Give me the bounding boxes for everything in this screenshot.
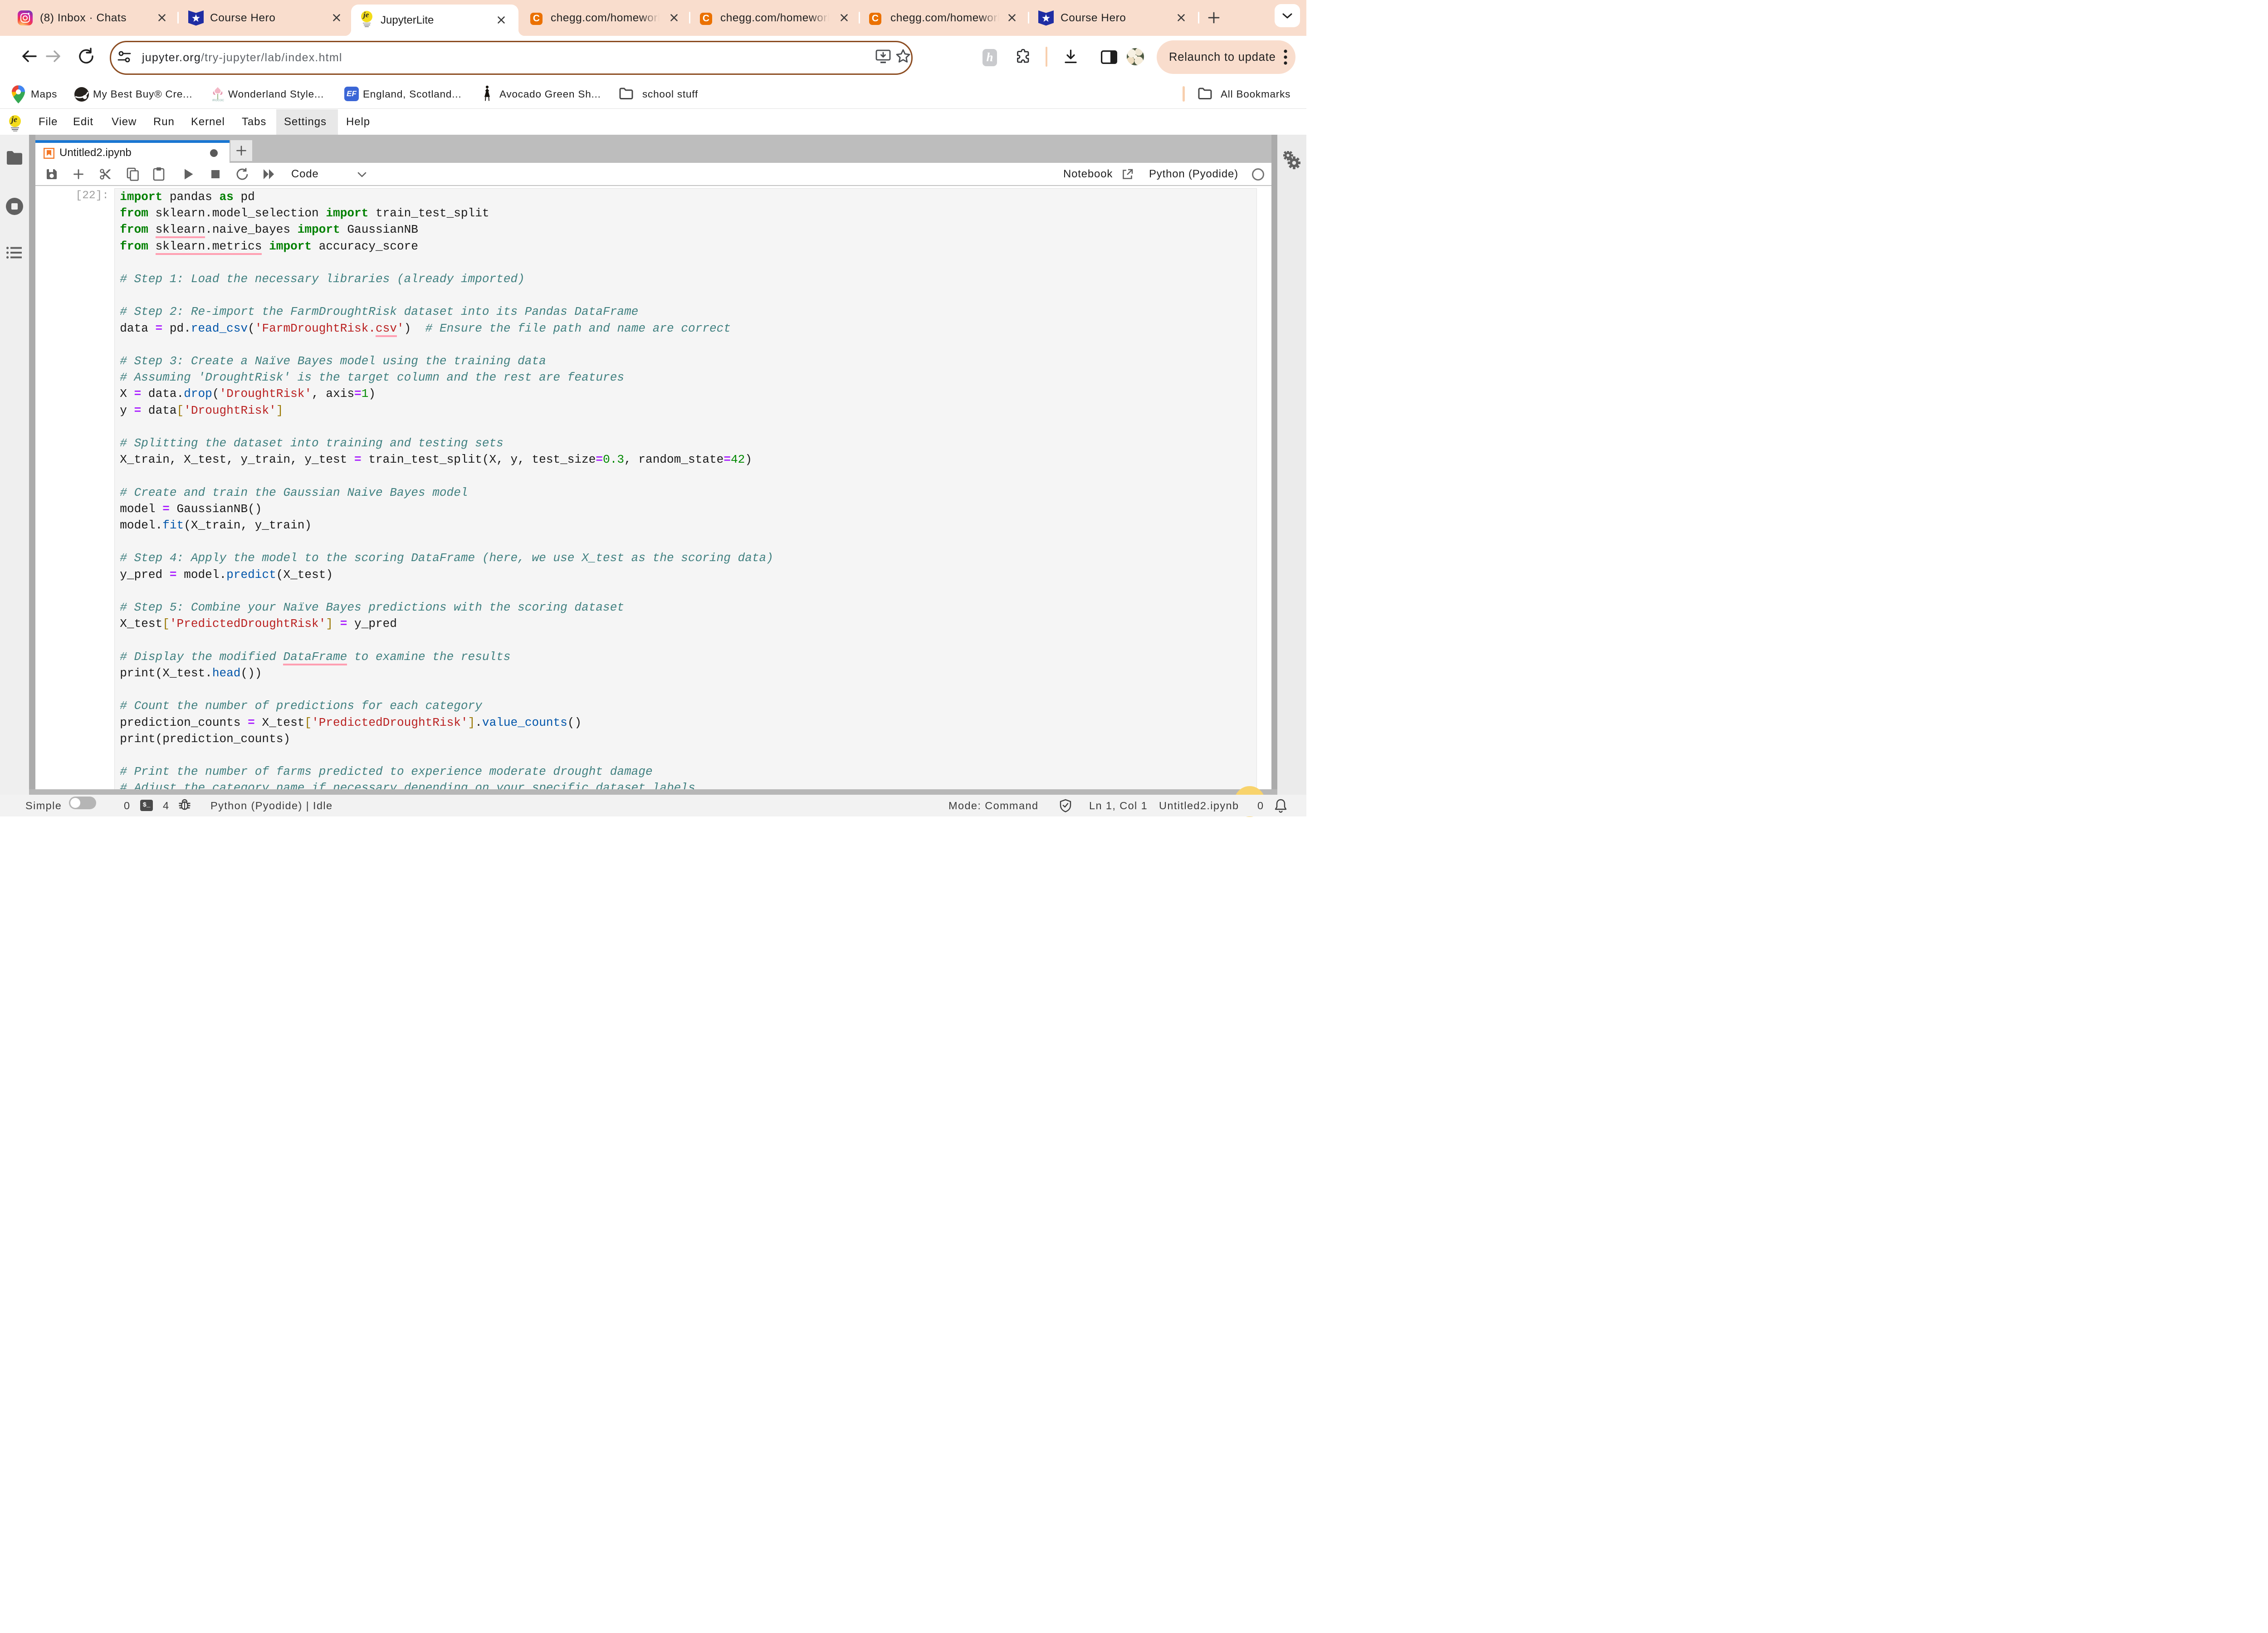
svg-text:IROCOCO: IROCOCO: [212, 99, 224, 102]
